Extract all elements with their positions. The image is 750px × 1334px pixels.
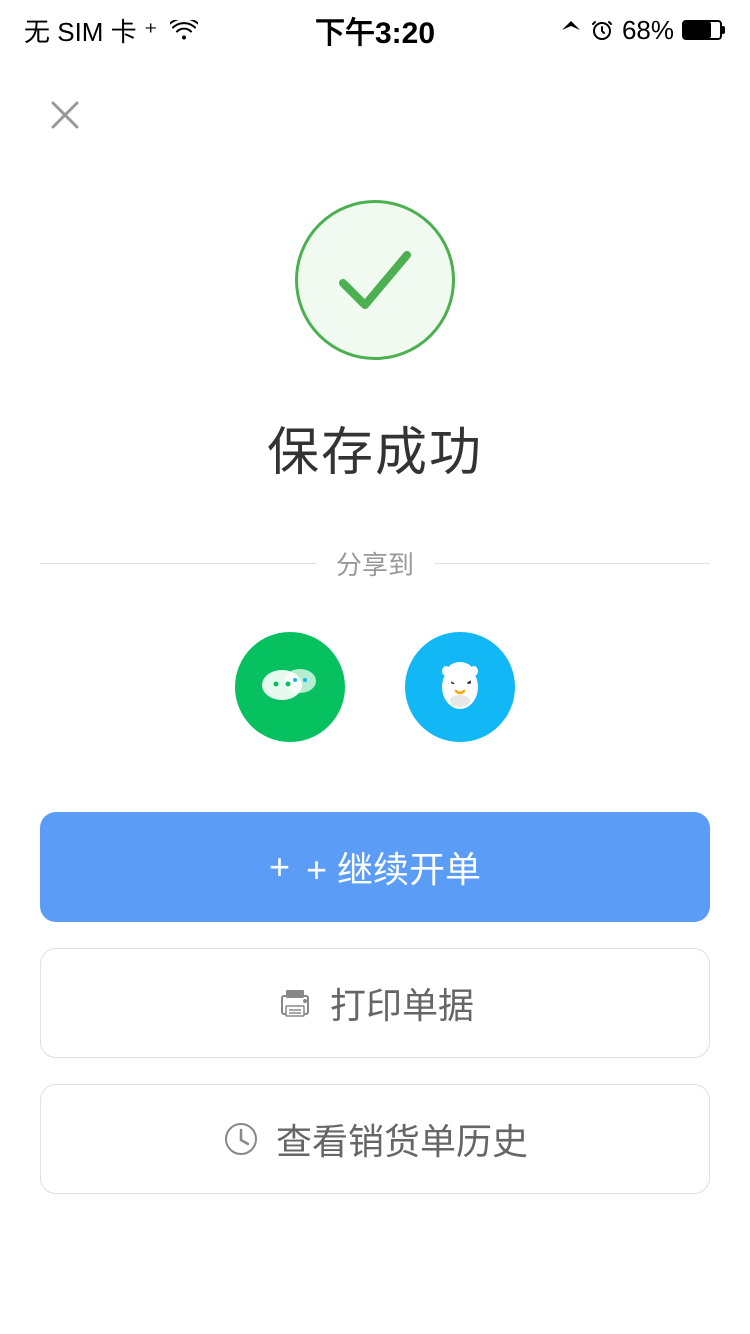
continue-button[interactable]: + + 继续开单: [40, 812, 710, 922]
continue-label: + 继续开单: [306, 841, 481, 893]
divider-line-left: [40, 563, 316, 564]
qq-share-button[interactable]: [405, 632, 515, 742]
checkmark-icon: [335, 245, 415, 315]
history-label: 查看销货单历史: [276, 1113, 528, 1165]
no-sim-label: 无 SIM 卡 ⁺: [24, 12, 158, 49]
close-icon: [45, 95, 85, 135]
status-bar: 无 SIM 卡 ⁺ 下午3:20 68%: [0, 0, 750, 60]
share-divider: 分享到: [40, 545, 710, 582]
alarm-icon: [590, 18, 614, 42]
status-bar-time: 下午3:20: [315, 8, 435, 52]
divider-line-right: [434, 563, 710, 564]
history-icon: [222, 1120, 260, 1158]
plus-icon: +: [269, 846, 290, 888]
wechat-share-button[interactable]: [235, 632, 345, 742]
history-button[interactable]: 查看销货单历史: [40, 1084, 710, 1194]
share-icons-row: [235, 632, 515, 742]
wechat-icon: [258, 657, 322, 717]
battery-label: 68%: [622, 15, 674, 46]
status-bar-left: 无 SIM 卡 ⁺: [24, 12, 198, 49]
success-circle: [295, 200, 455, 360]
wifi-icon: [170, 20, 198, 40]
success-title: 保存成功: [267, 410, 483, 485]
battery-icon: [682, 19, 726, 41]
printer-icon: [276, 984, 314, 1022]
share-label: 分享到: [336, 545, 414, 582]
print-button[interactable]: 打印单据: [40, 948, 710, 1058]
qq-icon: [430, 655, 490, 719]
location-icon: [560, 19, 582, 41]
close-button[interactable]: [40, 90, 90, 140]
print-label: 打印单据: [330, 977, 474, 1029]
status-bar-right: 68%: [560, 15, 726, 46]
main-content: 保存成功 分享到: [0, 60, 750, 1194]
action-buttons: + + 继续开单 打印单据 查看销货单历史: [40, 812, 710, 1194]
